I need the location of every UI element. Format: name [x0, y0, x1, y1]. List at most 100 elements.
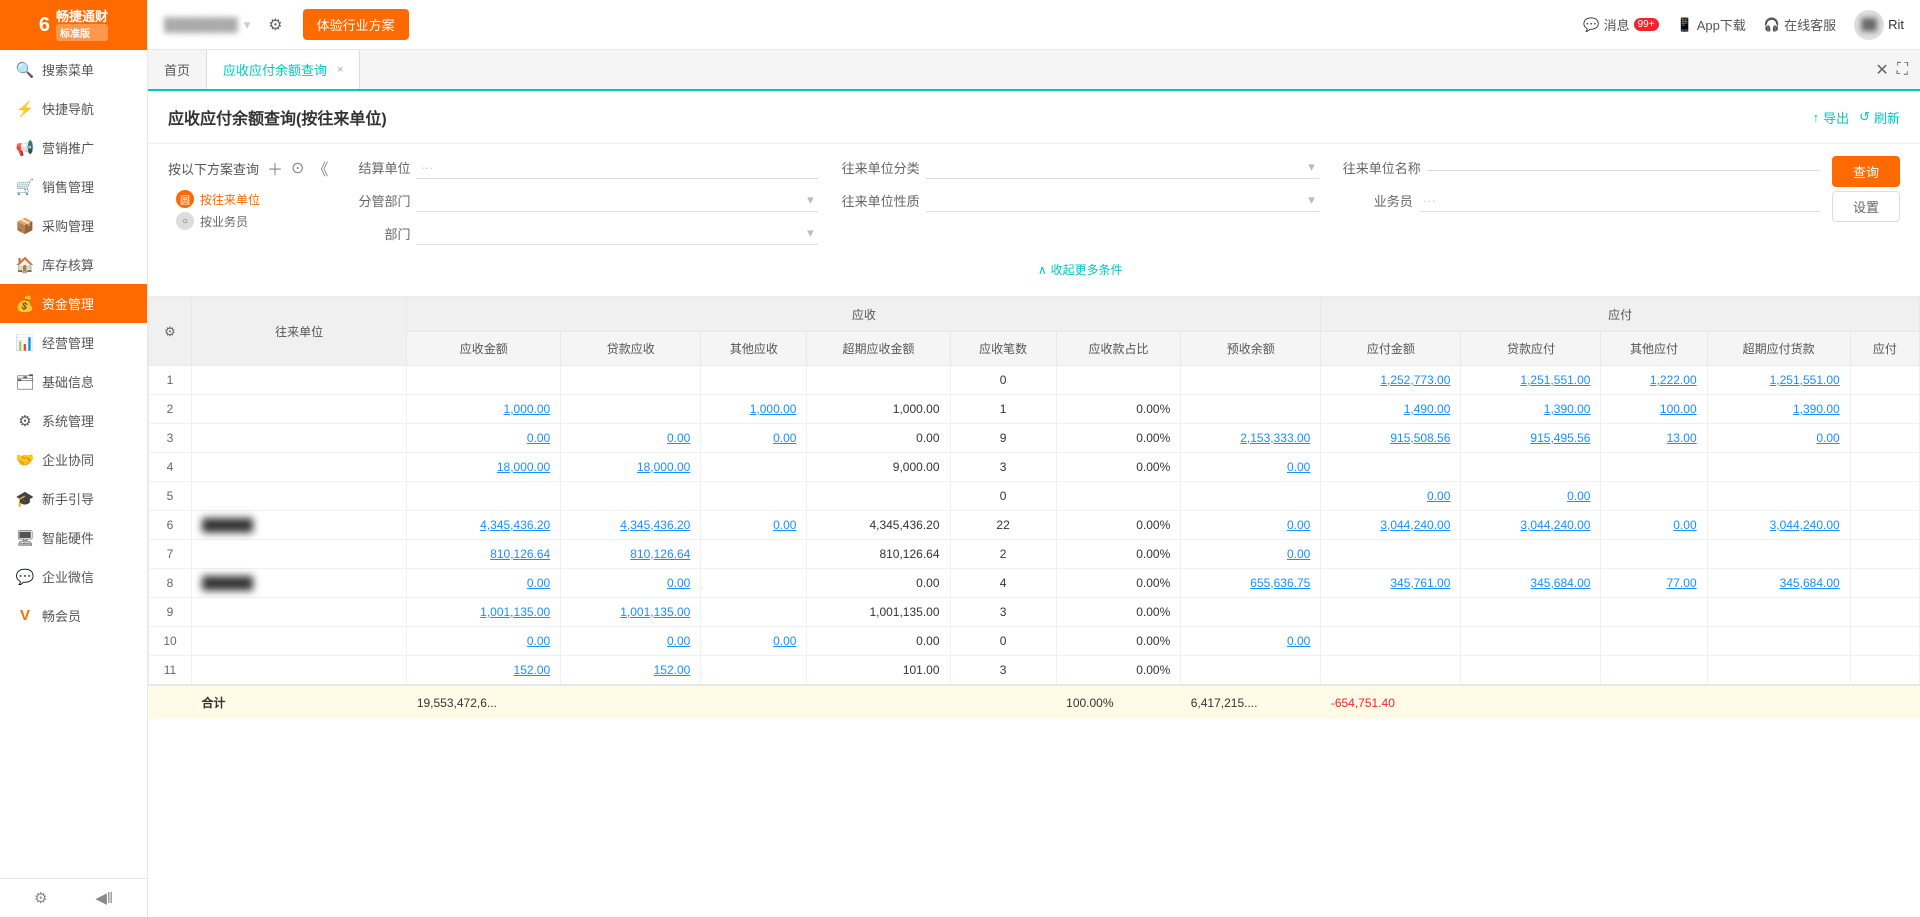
row-ar-prepay[interactable]: 0.00: [1181, 540, 1321, 569]
row-ar-loan[interactable]: 18,000.00: [561, 453, 701, 482]
row-ar-prepay[interactable]: [1181, 656, 1321, 686]
row-ap-other[interactable]: [1601, 627, 1707, 656]
row-ap-other[interactable]: 0.00: [1601, 511, 1707, 540]
promo-button[interactable]: 体验行业方案: [303, 9, 409, 40]
salesperson-input[interactable]: ···: [1419, 190, 1820, 212]
row-ap-overdue[interactable]: [1707, 540, 1850, 569]
row-ap-overdue[interactable]: [1707, 453, 1850, 482]
app-download-item[interactable]: 📱 App下载: [1677, 15, 1746, 34]
row-ar-amount[interactable]: 0.00: [407, 627, 561, 656]
tab-home[interactable]: 首页: [148, 50, 207, 89]
row-ap-overdue[interactable]: [1707, 482, 1850, 511]
row-ar-prepay[interactable]: [1181, 395, 1321, 424]
row-ar-loan[interactable]: 0.00: [561, 627, 701, 656]
query-button[interactable]: 查询: [1832, 156, 1900, 187]
row-ap-overdue[interactable]: [1707, 598, 1850, 627]
row-ap-overdue[interactable]: 1,390.00: [1707, 395, 1850, 424]
row-ap-other[interactable]: 77.00: [1601, 569, 1707, 598]
row-ap-amount[interactable]: [1321, 627, 1461, 656]
query-add-btn[interactable]: ＋: [267, 156, 283, 180]
row-ar-amount[interactable]: [407, 366, 561, 395]
row-ar-loan[interactable]: [561, 482, 701, 511]
row-ar-amount[interactable]: 1,001,135.00: [407, 598, 561, 627]
row-ap-other[interactable]: [1601, 453, 1707, 482]
sidebar-item-purchase[interactable]: 📦 采购管理: [0, 206, 147, 245]
row-ar-other[interactable]: [701, 569, 807, 598]
dept-select[interactable]: ▾: [416, 189, 817, 212]
row-ap-other[interactable]: [1601, 540, 1707, 569]
row-ap-loan[interactable]: 1,251,551.00: [1461, 366, 1601, 395]
row-ap-loan[interactable]: 1,390.00: [1461, 395, 1601, 424]
sidebar-settings-btn[interactable]: ⚙: [34, 889, 47, 907]
tab-close-icon[interactable]: ×: [337, 64, 343, 76]
row-ap-overdue[interactable]: 0.00: [1707, 424, 1850, 453]
row-ar-prepay[interactable]: [1181, 482, 1321, 511]
row-ap-amount[interactable]: 915,508.56: [1321, 424, 1461, 453]
row-ap-loan[interactable]: [1461, 598, 1601, 627]
row-ar-loan[interactable]: 152.00: [561, 656, 701, 686]
export-button[interactable]: ↑ 导出: [1813, 108, 1850, 127]
sidebar-item-search[interactable]: 🔍 搜索菜单: [0, 50, 147, 89]
row-ar-prepay[interactable]: 0.00: [1181, 511, 1321, 540]
row-ap-other[interactable]: 13.00: [1601, 424, 1707, 453]
row-ap-other[interactable]: [1601, 656, 1707, 686]
row-ap-amount[interactable]: 345,761.00: [1321, 569, 1461, 598]
row-ap-amount[interactable]: [1321, 598, 1461, 627]
row-ap-loan[interactable]: 3,044,240.00: [1461, 511, 1601, 540]
query-scheme-unit[interactable]: 圆 按往来单位: [176, 190, 328, 208]
unit-category-select[interactable]: ▾: [926, 156, 1319, 179]
row-ar-prepay[interactable]: [1181, 366, 1321, 395]
collapse-conditions-btn[interactable]: ∧ 收起更多条件: [1038, 255, 1123, 284]
row-ar-amount[interactable]: 152.00: [407, 656, 561, 686]
tab-close-window-btn[interactable]: ✕: [1875, 60, 1888, 80]
row-ap-overdue[interactable]: 345,684.00: [1707, 569, 1850, 598]
row-ar-other[interactable]: 0.00: [701, 627, 807, 656]
row-ap-amount[interactable]: 0.00: [1321, 482, 1461, 511]
sidebar-item-system[interactable]: ⚙ 系统管理: [0, 401, 147, 440]
tab-expand-btn[interactable]: ⛶: [1897, 61, 1908, 79]
sidebar-item-member[interactable]: V 畅会员: [0, 596, 147, 635]
row-ar-prepay[interactable]: [1181, 598, 1321, 627]
query-scheme-salesperson[interactable]: ○ 按业务员: [176, 212, 328, 230]
settlement-unit-input[interactable]: ···: [416, 157, 817, 179]
unit-nature-select[interactable]: ▾: [926, 189, 1319, 212]
query-collapse-scheme-btn[interactable]: 《: [312, 156, 328, 180]
row-ap-amount[interactable]: [1321, 453, 1461, 482]
row-ap-loan[interactable]: 915,495.56: [1461, 424, 1601, 453]
row-ap-other[interactable]: 1,222.00: [1601, 366, 1707, 395]
sidebar-collapse-btn[interactable]: ◀‖: [95, 889, 113, 907]
row-ar-other[interactable]: [701, 366, 807, 395]
row-ar-prepay[interactable]: 655,636.75: [1181, 569, 1321, 598]
sidebar-item-hardware[interactable]: 🖥 智能硬件: [0, 518, 147, 557]
unit-name-input[interactable]: [1427, 164, 1820, 171]
row-ap-other[interactable]: [1601, 598, 1707, 627]
row-ar-amount[interactable]: 4,345,436.20: [407, 511, 561, 540]
settings-button[interactable]: 设置: [1832, 191, 1900, 222]
row-ar-amount[interactable]: 810,126.64: [407, 540, 561, 569]
row-ar-amount[interactable]: 1,000.00: [407, 395, 561, 424]
user-info[interactable]: ██ Rit: [1854, 10, 1904, 40]
dept2-select[interactable]: ▾: [416, 222, 817, 245]
row-ar-loan[interactable]: 0.00: [561, 424, 701, 453]
row-ar-amount[interactable]: 0.00: [407, 424, 561, 453]
row-ar-other[interactable]: [701, 540, 807, 569]
sidebar-item-wechat[interactable]: 💬 企业微信: [0, 557, 147, 596]
refresh-button[interactable]: ↺ 刷新: [1859, 108, 1900, 127]
query-settings-btn[interactable]: ⊙: [291, 158, 304, 178]
sidebar-item-sales[interactable]: 🛒 销售管理: [0, 167, 147, 206]
sidebar-item-marketing[interactable]: 📢 营销推广: [0, 128, 147, 167]
row-ap-loan[interactable]: 0.00: [1461, 482, 1601, 511]
row-ap-overdue[interactable]: [1707, 627, 1850, 656]
row-ar-loan[interactable]: [561, 395, 701, 424]
topbar-gear-icon[interactable]: ⚙: [268, 15, 282, 35]
tab-current[interactable]: 应收应付余额查询 ×: [207, 50, 360, 89]
table-settings-gear[interactable]: ⚙: [159, 321, 181, 343]
row-ar-other[interactable]: [701, 598, 807, 627]
sidebar-item-corp[interactable]: 🤝 企业协同: [0, 440, 147, 479]
sidebar-item-operation[interactable]: 📊 经营管理: [0, 323, 147, 362]
sidebar-item-finance[interactable]: 💰 资金管理: [0, 284, 147, 323]
row-ar-prepay[interactable]: 2,153,333.00: [1181, 424, 1321, 453]
row-ap-other[interactable]: 100.00: [1601, 395, 1707, 424]
row-ar-other[interactable]: [701, 482, 807, 511]
row-ar-prepay[interactable]: 0.00: [1181, 453, 1321, 482]
